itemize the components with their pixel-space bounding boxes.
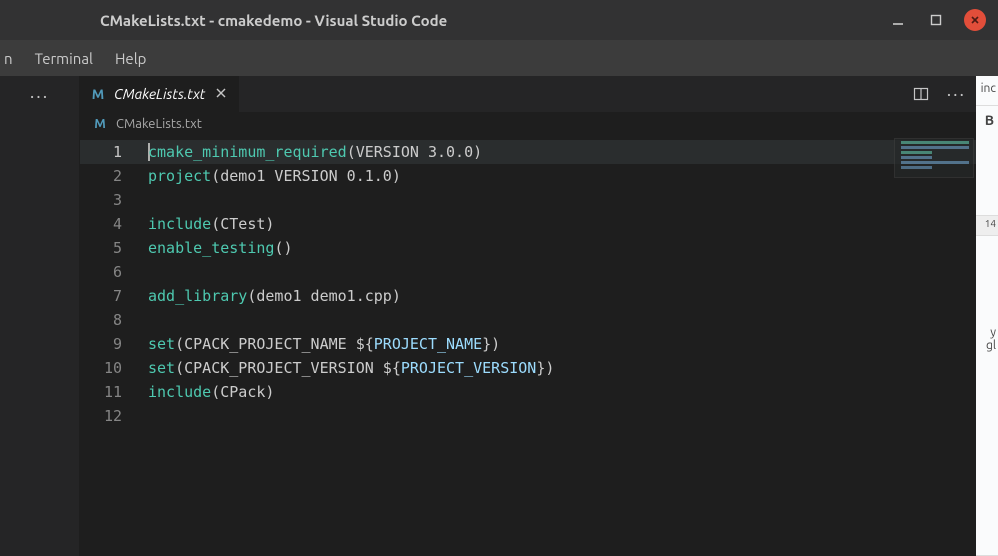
code-content[interactable]: set(CPACK_PROJECT_VERSION ${PROJECT_VERS… bbox=[128, 356, 554, 380]
file-icon: M bbox=[92, 116, 108, 132]
code-line[interactable]: 4include(CTest) bbox=[80, 212, 976, 236]
code-line[interactable]: 10set(CPACK_PROJECT_VERSION ${PROJECT_VE… bbox=[80, 356, 976, 380]
close-button[interactable] bbox=[964, 9, 986, 31]
window-title: CMakeLists.txt - cmakedemo - Visual Stud… bbox=[100, 12, 447, 29]
code-line[interactable]: 9set(CPACK_PROJECT_NAME ${PROJECT_NAME}) bbox=[80, 332, 976, 356]
workbench: ··· M CMakeLists.txt ··· M CMakeLists.tx… bbox=[0, 76, 998, 556]
menu-item-terminal[interactable]: Terminal bbox=[35, 50, 93, 67]
breadcrumb-label: CMakeLists.txt bbox=[116, 117, 202, 131]
line-number: 10 bbox=[80, 356, 128, 380]
code-content[interactable]: include(CPack) bbox=[128, 380, 274, 404]
background-window-edge: inc B 14 y gl bbox=[976, 76, 998, 556]
tab-label: CMakeLists.txt bbox=[114, 86, 205, 102]
code-content[interactable]: add_library(demo1 demo1.cpp) bbox=[128, 284, 401, 308]
window-controls bbox=[888, 9, 986, 31]
code-content[interactable] bbox=[128, 260, 148, 284]
code-line[interactable]: 3 bbox=[80, 188, 976, 212]
editor-more-icon[interactable]: ··· bbox=[947, 84, 966, 104]
code-content[interactable]: project(demo1 VERSION 0.1.0) bbox=[128, 164, 401, 188]
maximize-button[interactable] bbox=[926, 10, 946, 30]
menu-bar: n Terminal Help bbox=[0, 40, 998, 76]
file-icon: M bbox=[90, 86, 106, 102]
line-number: 9 bbox=[80, 332, 128, 356]
tab-actions: ··· bbox=[913, 76, 966, 112]
menu-item-n[interactable]: n bbox=[4, 50, 13, 67]
line-number: 12 bbox=[80, 404, 128, 428]
line-number: 8 bbox=[80, 308, 128, 332]
code-content[interactable]: include(CTest) bbox=[128, 212, 274, 236]
code-line[interactable]: 2project(demo1 VERSION 0.1.0) bbox=[80, 164, 976, 188]
tab-close-icon[interactable] bbox=[215, 86, 227, 102]
code-line[interactable]: 6 bbox=[80, 260, 976, 284]
code-line[interactable]: 11include(CPack) bbox=[80, 380, 976, 404]
code-line[interactable]: 12 bbox=[80, 404, 976, 428]
editor-group: M CMakeLists.txt ··· M CMakeLists.txt bbox=[80, 76, 976, 556]
tab-cmakelists[interactable]: M CMakeLists.txt bbox=[80, 76, 240, 112]
code-content[interactable]: set(CPACK_PROJECT_NAME ${PROJECT_NAME}) bbox=[128, 332, 500, 356]
code-line[interactable]: 8 bbox=[80, 308, 976, 332]
code-line[interactable]: 7add_library(demo1 demo1.cpp) bbox=[80, 284, 976, 308]
code-line[interactable]: 5enable_testing() bbox=[80, 236, 976, 260]
tab-bar: M CMakeLists.txt ··· bbox=[80, 76, 976, 112]
title-bar: CMakeLists.txt - cmakedemo - Visual Stud… bbox=[0, 0, 998, 40]
code-content[interactable] bbox=[128, 404, 148, 428]
line-number: 1 bbox=[80, 140, 128, 164]
code-line[interactable]: 1cmake_minimum_required(VERSION 3.0.0) bbox=[80, 140, 976, 164]
code-content[interactable]: cmake_minimum_required(VERSION 3.0.0) bbox=[128, 140, 482, 164]
line-number: 11 bbox=[80, 380, 128, 404]
split-editor-icon[interactable] bbox=[913, 86, 929, 102]
line-number: 5 bbox=[80, 236, 128, 260]
minimize-button[interactable] bbox=[888, 10, 908, 30]
line-number: 6 bbox=[80, 260, 128, 284]
code-content[interactable] bbox=[128, 308, 148, 332]
line-number: 2 bbox=[80, 164, 128, 188]
code-content[interactable] bbox=[128, 188, 148, 212]
code-content[interactable]: enable_testing() bbox=[128, 236, 293, 260]
minimap[interactable] bbox=[894, 138, 974, 178]
code-editor[interactable]: 1cmake_minimum_required(VERSION 3.0.0)2p… bbox=[80, 136, 976, 556]
line-number: 7 bbox=[80, 284, 128, 308]
menu-item-help[interactable]: Help bbox=[115, 50, 146, 67]
breadcrumb[interactable]: M CMakeLists.txt bbox=[80, 112, 976, 136]
line-number: 3 bbox=[80, 188, 128, 212]
side-gutter: ··· bbox=[0, 76, 80, 556]
line-number: 4 bbox=[80, 212, 128, 236]
sidebar-overflow-icon[interactable]: ··· bbox=[0, 76, 79, 116]
